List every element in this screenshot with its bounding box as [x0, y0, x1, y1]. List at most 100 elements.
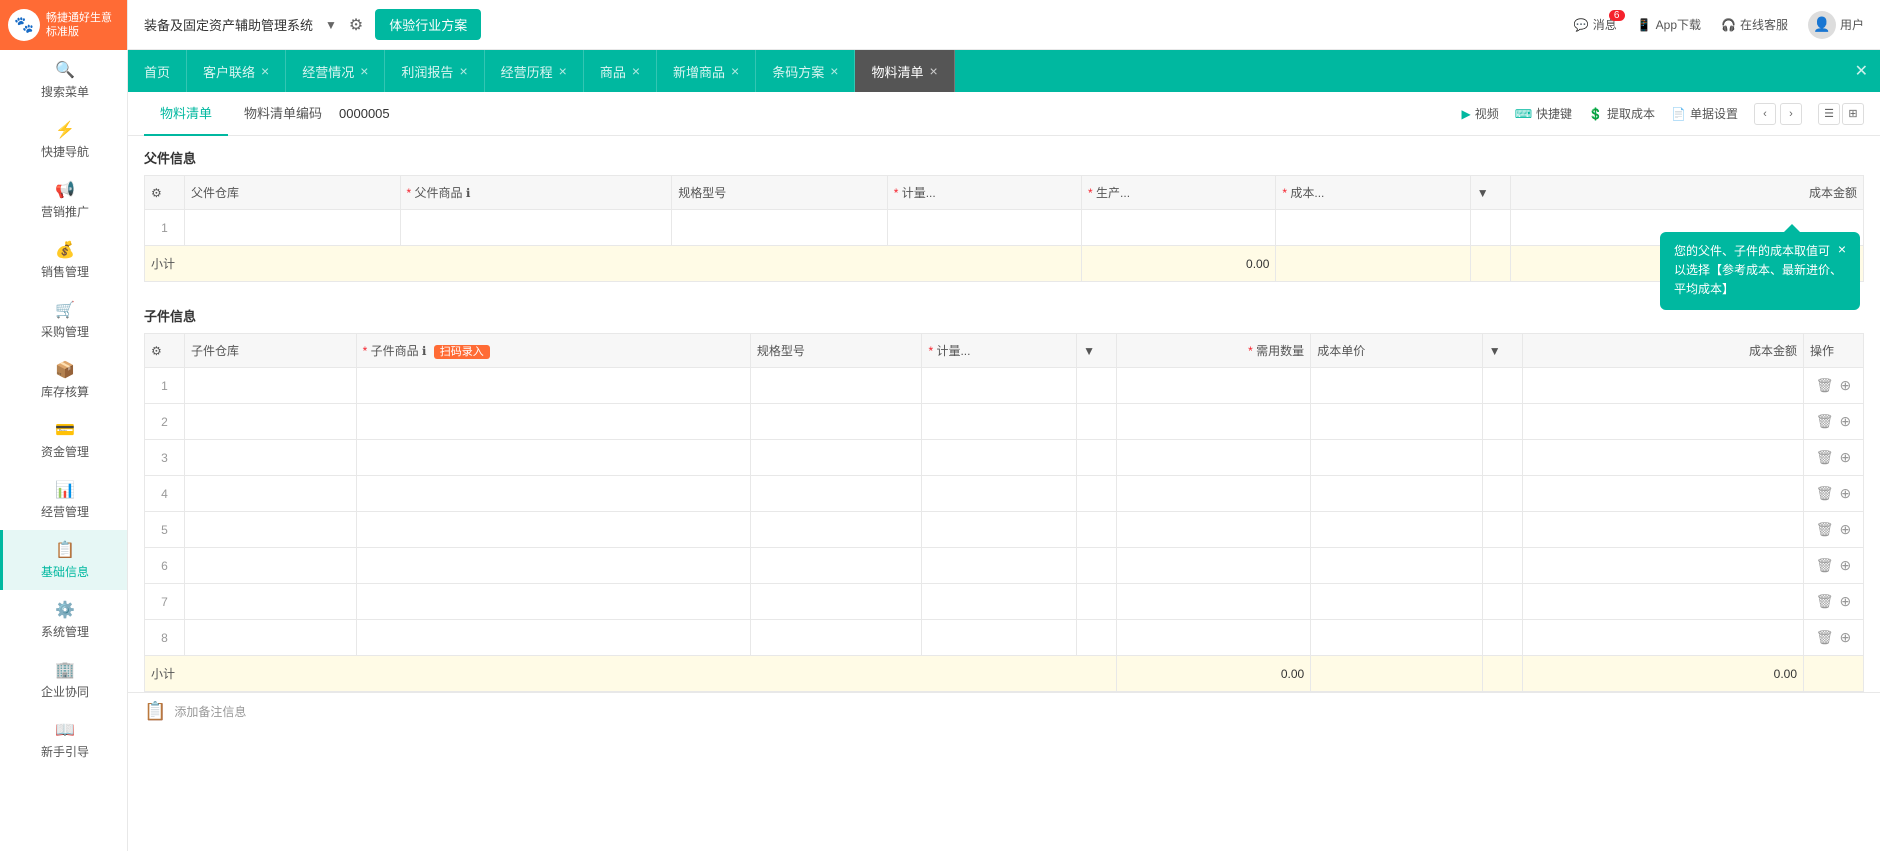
child-cell-quantity-4[interactable] — [1117, 476, 1311, 512]
child-cell-unit-2[interactable] — [922, 404, 1077, 440]
sidebar-item-basic[interactable]: 📋基础信息 — [0, 530, 127, 590]
copy-icon-3[interactable]: ⊕ — [1840, 449, 1852, 466]
cost-action[interactable]: 💲 提取成本 — [1588, 105, 1655, 122]
message-action[interactable]: 💬 消息 6 — [1574, 16, 1617, 33]
sub-tab-bom-list[interactable]: 物料清单 — [144, 92, 228, 136]
sidebar-item-enterprise[interactable]: 🏢企业协同 — [0, 650, 127, 710]
child-cell-spec-1[interactable] — [750, 368, 922, 404]
child-cell-product-4[interactable] — [356, 476, 750, 512]
parent-cell-spec-1[interactable] — [672, 210, 888, 246]
child-cell-product-2[interactable] — [356, 404, 750, 440]
nav-prev-button[interactable]: ‹ — [1754, 103, 1776, 125]
child-cell-cost-amount-7[interactable] — [1522, 584, 1803, 620]
child-cell-unit-1[interactable] — [922, 368, 1077, 404]
child-cell-warehouse-4[interactable] — [185, 476, 357, 512]
nav-tab-8[interactable]: 物料清单× — [855, 50, 954, 92]
child-cell-unit-8[interactable] — [922, 620, 1077, 656]
child-cell-quantity-1[interactable] — [1117, 368, 1311, 404]
gear-button[interactable]: ⚙ — [349, 15, 363, 35]
scan-badge[interactable]: 扫码录入 — [434, 345, 490, 359]
child-cell-warehouse-2[interactable] — [185, 404, 357, 440]
delete-icon-8[interactable]: 🗑 — [1816, 629, 1834, 646]
copy-icon-2[interactable]: ⊕ — [1840, 413, 1852, 430]
global-close-button[interactable]: ✕ — [1843, 61, 1880, 81]
child-cell-warehouse-6[interactable] — [185, 548, 357, 584]
trial-button[interactable]: 体验行业方案 — [375, 9, 481, 40]
copy-icon-5[interactable]: ⊕ — [1840, 521, 1852, 538]
child-cell-warehouse-5[interactable] — [185, 512, 357, 548]
child-cell-unit-cost-4[interactable] — [1311, 476, 1483, 512]
child-cell-quantity-8[interactable] — [1117, 620, 1311, 656]
nav-tab-close-5[interactable]: × — [632, 63, 640, 79]
child-cell-unit-cost-5[interactable] — [1311, 512, 1483, 548]
list-view-button[interactable]: ☰ — [1818, 103, 1840, 125]
child-cell-product-6[interactable] — [356, 548, 750, 584]
child-cell-product-7[interactable] — [356, 584, 750, 620]
nav-tab-close-4[interactable]: × — [559, 63, 567, 79]
parent-cell-production-1[interactable] — [1082, 210, 1276, 246]
child-cell-quantity-2[interactable] — [1117, 404, 1311, 440]
child-cell-quantity-6[interactable] — [1117, 548, 1311, 584]
child-cell-unit-cost-8[interactable] — [1311, 620, 1483, 656]
nav-tab-close-7[interactable]: × — [830, 63, 838, 79]
view-action[interactable]: ▶ 视频 — [1461, 105, 1498, 122]
tooltip-close-button[interactable]: × — [1838, 242, 1846, 256]
nav-tab-close-1[interactable]: × — [261, 63, 269, 79]
copy-icon-4[interactable]: ⊕ — [1840, 485, 1852, 502]
child-cell-cost-amount-2[interactable] — [1522, 404, 1803, 440]
child-cell-product-8[interactable] — [356, 620, 750, 656]
child-cell-unit-4[interactable] — [922, 476, 1077, 512]
sidebar-item-search[interactable]: 🔍搜索菜单 — [0, 50, 127, 110]
sidebar-item-guide[interactable]: 📖新手引导 — [0, 710, 127, 770]
nav-tab-close-6[interactable]: × — [731, 63, 739, 79]
child-cell-cost-amount-8[interactable] — [1522, 620, 1803, 656]
child-cell-warehouse-7[interactable] — [185, 584, 357, 620]
child-cell-spec-2[interactable] — [750, 404, 922, 440]
sidebar-item-purchase[interactable]: 🛒采购管理 — [0, 290, 127, 350]
child-cell-unit-cost-3[interactable] — [1311, 440, 1483, 476]
sidebar-item-sales[interactable]: 💰销售管理 — [0, 230, 127, 290]
nav-tab-close-2[interactable]: × — [360, 63, 368, 79]
delete-icon-5[interactable]: 🗑 — [1816, 521, 1834, 538]
child-cell-quantity-7[interactable] — [1117, 584, 1311, 620]
nav-next-button[interactable]: › — [1780, 103, 1802, 125]
note-text[interactable]: 添加备注信息 — [174, 703, 246, 720]
nav-tab-6[interactable]: 新增商品× — [657, 50, 756, 92]
grid-view-button[interactable]: ⊞ — [1842, 103, 1864, 125]
child-cell-unit-cost-2[interactable] — [1311, 404, 1483, 440]
sub-tab-bom-code[interactable]: 物料清单编码 0000005 — [228, 92, 406, 136]
delete-icon-3[interactable]: 🗑 — [1816, 449, 1834, 466]
child-cell-cost-amount-1[interactable] — [1522, 368, 1803, 404]
child-cell-product-5[interactable] — [356, 512, 750, 548]
shortcut-action[interactable]: ⌨ 快捷键 — [1515, 105, 1572, 122]
child-cell-unit-7[interactable] — [922, 584, 1077, 620]
nav-tab-4[interactable]: 经营历程× — [485, 50, 584, 92]
delete-icon-7[interactable]: 🗑 — [1816, 593, 1834, 610]
child-cell-cost-amount-3[interactable] — [1522, 440, 1803, 476]
child-cell-cost-amount-4[interactable] — [1522, 476, 1803, 512]
nav-tab-7[interactable]: 条码方案× — [756, 50, 855, 92]
child-cell-spec-5[interactable] — [750, 512, 922, 548]
nav-tab-5[interactable]: 商品× — [584, 50, 657, 92]
child-cell-warehouse-1[interactable] — [185, 368, 357, 404]
child-cell-product-1[interactable] — [356, 368, 750, 404]
online-service-action[interactable]: 🎧 在线客服 — [1721, 16, 1788, 33]
delete-icon-1[interactable]: 🗑 — [1816, 377, 1834, 394]
copy-icon-8[interactable]: ⊕ — [1840, 629, 1852, 646]
child-cell-quantity-3[interactable] — [1117, 440, 1311, 476]
app-download-action[interactable]: 📱 App下载 — [1637, 16, 1701, 33]
system-dropdown-button[interactable]: ▼ — [325, 18, 337, 32]
parent-cell-cost-1[interactable] — [1276, 210, 1470, 246]
sidebar-item-operation[interactable]: 📊经营管理 — [0, 470, 127, 530]
delete-icon-4[interactable]: 🗑 — [1816, 485, 1834, 502]
sidebar-item-finance[interactable]: 💳资金管理 — [0, 410, 127, 470]
child-cell-spec-6[interactable] — [750, 548, 922, 584]
child-cell-unit-5[interactable] — [922, 512, 1077, 548]
child-cell-spec-7[interactable] — [750, 584, 922, 620]
child-cell-spec-4[interactable] — [750, 476, 922, 512]
child-cell-warehouse-8[interactable] — [185, 620, 357, 656]
delete-icon-6[interactable]: 🗑 — [1816, 557, 1834, 574]
child-cell-unit-cost-1[interactable] — [1311, 368, 1483, 404]
parent-cell-unit-1[interactable] — [887, 210, 1081, 246]
nav-tab-close-8[interactable]: × — [929, 63, 937, 79]
